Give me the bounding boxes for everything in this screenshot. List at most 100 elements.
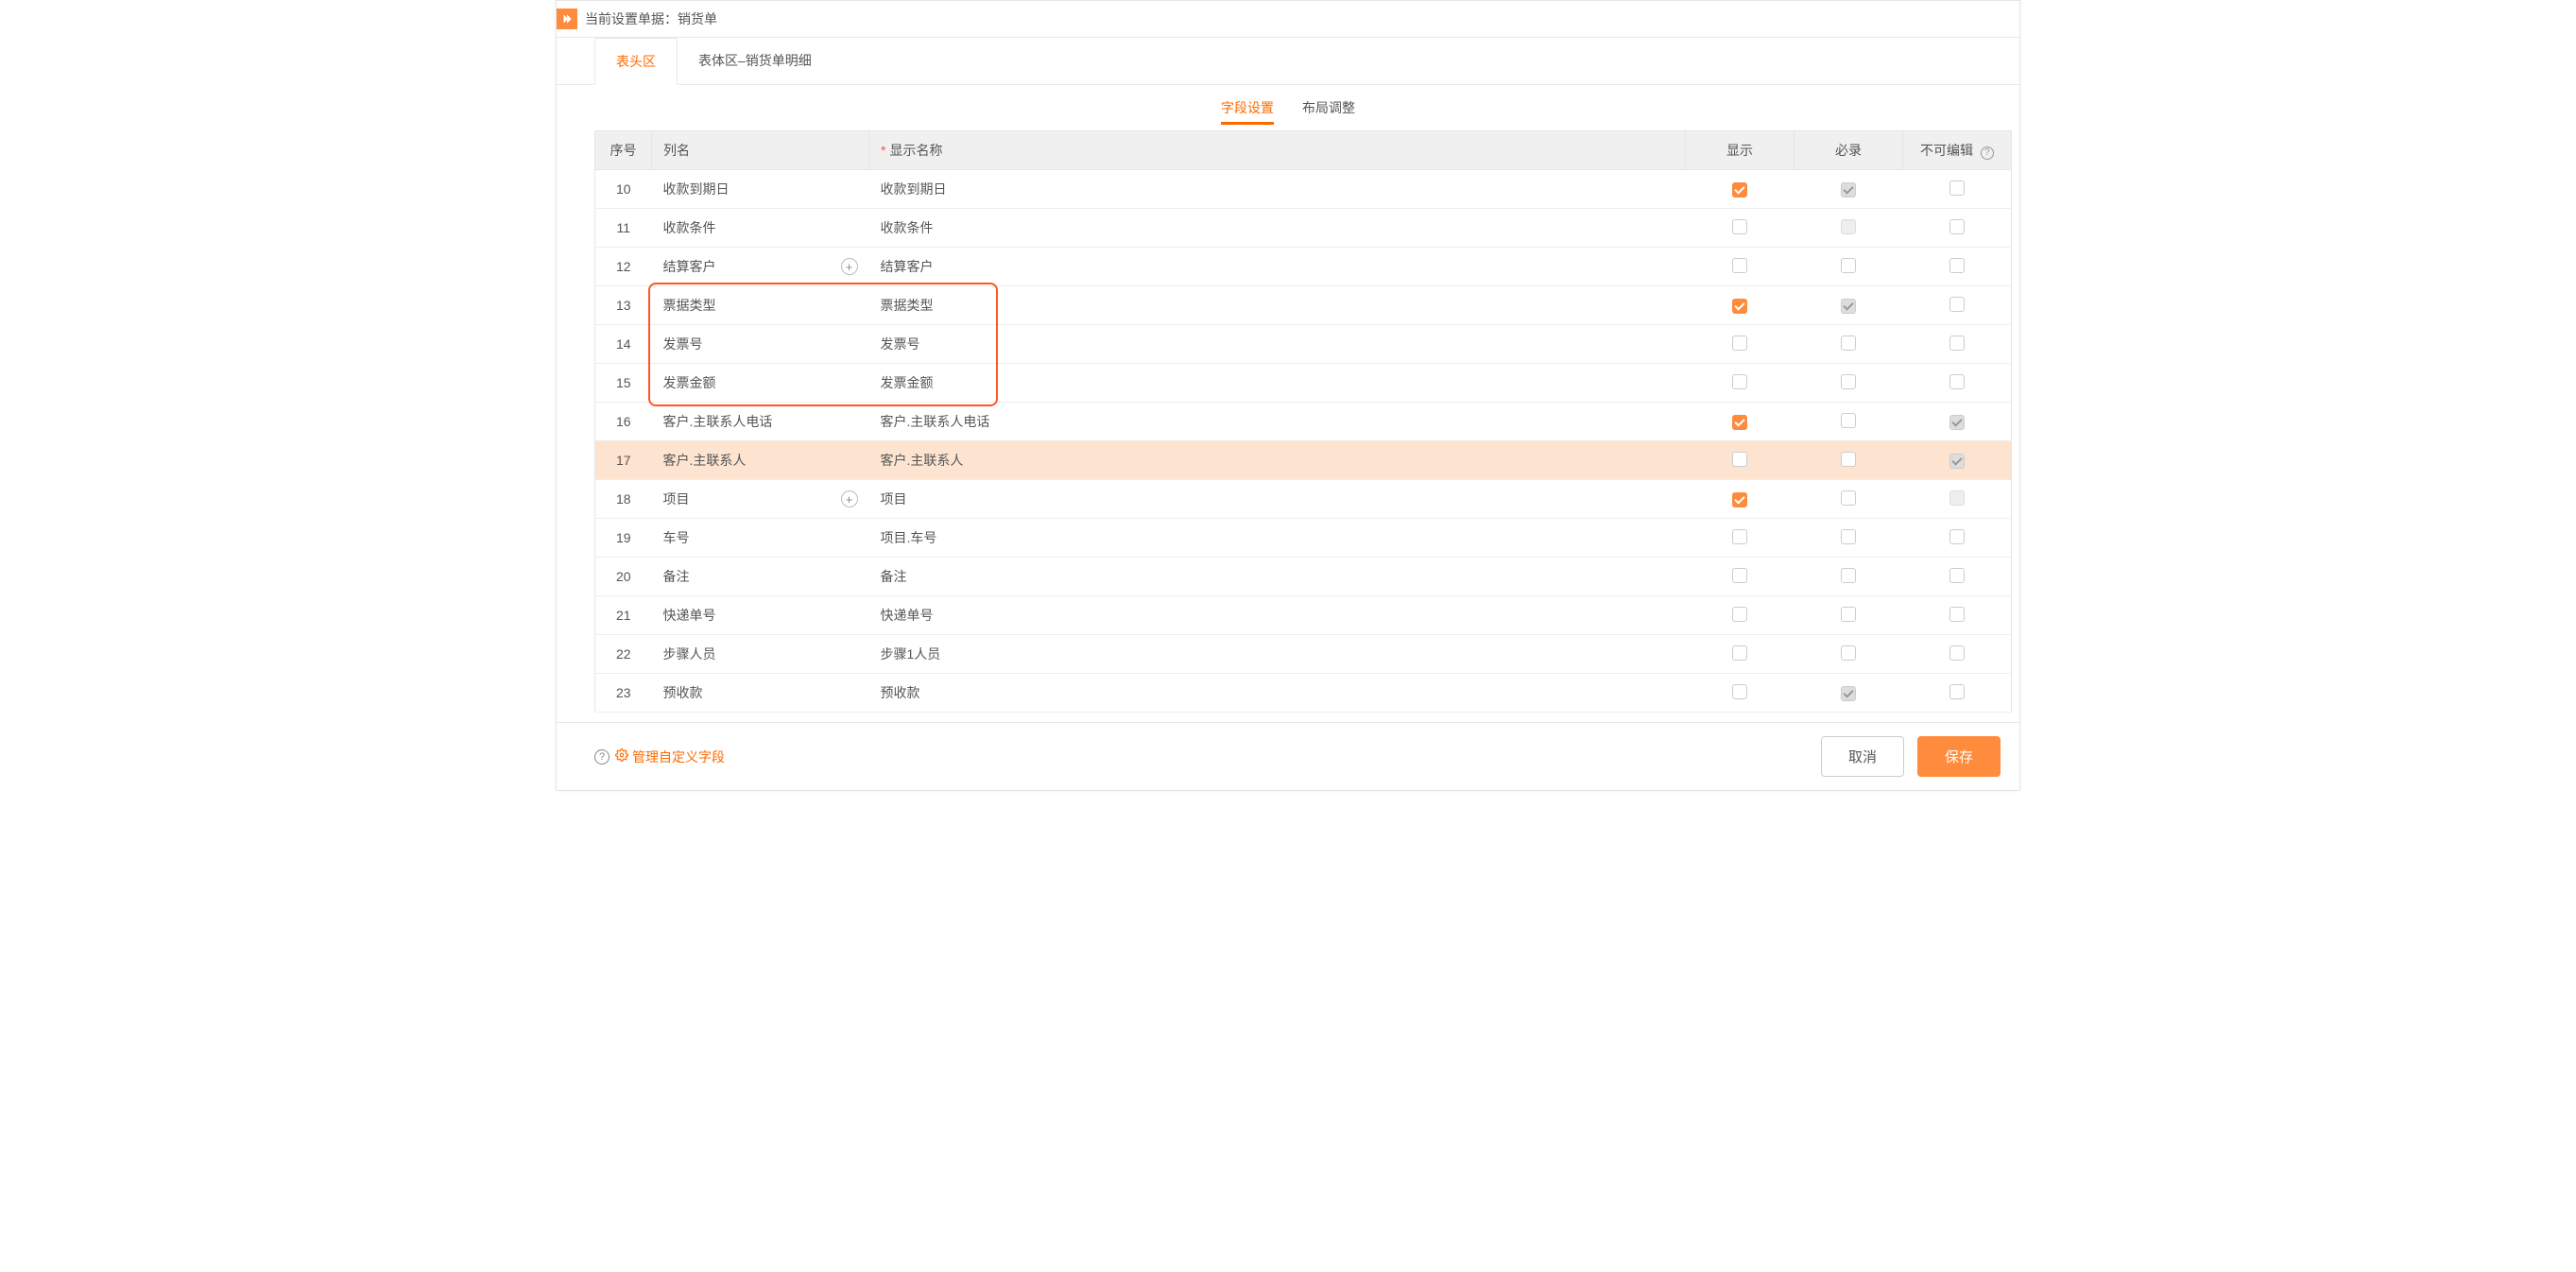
cell-readonly xyxy=(1903,364,2012,403)
checkbox-required[interactable] xyxy=(1841,335,1856,351)
cell-colname: 项目+ xyxy=(652,480,869,519)
cell-readonly xyxy=(1903,248,2012,286)
checkbox-required[interactable] xyxy=(1841,529,1856,544)
checkbox-readonly[interactable] xyxy=(1949,335,1965,351)
checkbox-show[interactable] xyxy=(1732,258,1747,273)
checkbox-show[interactable] xyxy=(1732,219,1747,234)
cell-readonly xyxy=(1903,558,2012,596)
table-row: 14发票号发票号 xyxy=(595,325,2012,364)
tab-1[interactable]: 表体区–销货单明细 xyxy=(678,38,833,84)
col-dispname-label: 显示名称 xyxy=(889,143,942,158)
checkbox-readonly[interactable] xyxy=(1949,297,1965,312)
add-subfield-button[interactable]: + xyxy=(841,258,858,275)
checkbox-readonly[interactable] xyxy=(1949,374,1965,389)
manage-link-label: 管理自定义字段 xyxy=(632,748,725,766)
subtab-1[interactable]: 布局调整 xyxy=(1302,98,1355,125)
checkbox-show[interactable] xyxy=(1732,607,1747,622)
cell-seq: 23 xyxy=(595,674,652,713)
checkbox-required[interactable] xyxy=(1841,607,1856,622)
cell-readonly xyxy=(1903,170,2012,209)
cell-seq: 21 xyxy=(595,596,652,635)
cell-show xyxy=(1686,480,1795,519)
cell-dispname[interactable]: 客户.主联系人 xyxy=(869,441,1686,480)
checkbox-show[interactable] xyxy=(1732,335,1747,351)
question-icon[interactable]: ? xyxy=(594,749,610,765)
expand-toggle[interactable] xyxy=(557,9,577,29)
checkbox-show[interactable] xyxy=(1732,299,1747,314)
cell-dispname[interactable]: 快递单号 xyxy=(869,596,1686,635)
cancel-button[interactable]: 取消 xyxy=(1821,736,1904,777)
col-show: 显示 xyxy=(1686,131,1795,170)
tab-0[interactable]: 表头区 xyxy=(594,38,678,85)
cell-dispname[interactable]: 发票金额 xyxy=(869,364,1686,403)
save-button[interactable]: 保存 xyxy=(1917,736,2001,777)
cell-show xyxy=(1686,674,1795,713)
cell-show xyxy=(1686,519,1795,558)
checkbox-required[interactable] xyxy=(1841,413,1856,428)
cell-dispname[interactable]: 结算客户 xyxy=(869,248,1686,286)
checkbox-required[interactable] xyxy=(1841,374,1856,389)
cell-dispname[interactable]: 发票号 xyxy=(869,325,1686,364)
cell-readonly xyxy=(1903,635,2012,674)
checkbox-show[interactable] xyxy=(1732,182,1747,198)
checkbox-show[interactable] xyxy=(1732,492,1747,507)
cell-seq: 15 xyxy=(595,364,652,403)
checkbox-readonly[interactable] xyxy=(1949,607,1965,622)
checkbox-show[interactable] xyxy=(1732,645,1747,661)
table-row: 21快递单号快递单号 xyxy=(595,596,2012,635)
cell-dispname[interactable]: 客户.主联系人电话 xyxy=(869,403,1686,441)
cell-dispname[interactable]: 步骤1人员 xyxy=(869,635,1686,674)
cell-dispname[interactable]: 收款条件 xyxy=(869,209,1686,248)
table-row: 11收款条件收款条件 xyxy=(595,209,2012,248)
checkbox-show[interactable] xyxy=(1732,452,1747,467)
add-subfield-button[interactable]: + xyxy=(841,490,858,507)
cell-required xyxy=(1795,209,1903,248)
checkbox-readonly xyxy=(1949,490,1965,506)
checkbox-readonly[interactable] xyxy=(1949,568,1965,583)
cell-colname: 预收款 xyxy=(652,674,869,713)
checkbox-show[interactable] xyxy=(1732,568,1747,583)
checkbox-readonly[interactable] xyxy=(1949,645,1965,661)
cell-required xyxy=(1795,635,1903,674)
checkbox-readonly[interactable] xyxy=(1949,258,1965,273)
checkbox-readonly[interactable] xyxy=(1949,219,1965,234)
cell-dispname[interactable]: 项目.车号 xyxy=(869,519,1686,558)
checkbox-required[interactable] xyxy=(1841,258,1856,273)
table-body: 10收款到期日收款到期日11收款条件收款条件12结算客户+结算客户13票据类型票… xyxy=(595,170,2012,713)
checkbox-readonly[interactable] xyxy=(1949,529,1965,544)
cell-dispname[interactable]: 票据类型 xyxy=(869,286,1686,325)
checkbox-show[interactable] xyxy=(1732,374,1747,389)
checkbox-required[interactable] xyxy=(1841,568,1856,583)
cell-dispname[interactable]: 项目 xyxy=(869,480,1686,519)
help-icon[interactable]: ? xyxy=(1981,146,1994,160)
checkbox-readonly[interactable] xyxy=(1949,684,1965,699)
subtab-0[interactable]: 字段设置 xyxy=(1221,98,1274,125)
cell-dispname[interactable]: 预收款 xyxy=(869,674,1686,713)
main-tabs: 表头区表体区–销货单明细 xyxy=(557,38,2019,85)
table-row: 12结算客户+结算客户 xyxy=(595,248,2012,286)
checkbox-show[interactable] xyxy=(1732,415,1747,430)
checkbox-required xyxy=(1841,299,1856,314)
required-star: * xyxy=(881,143,885,158)
table-row: 13票据类型票据类型 xyxy=(595,286,2012,325)
table-row: 23预收款预收款 xyxy=(595,674,2012,713)
cell-show xyxy=(1686,403,1795,441)
cell-readonly xyxy=(1903,325,2012,364)
cell-colname: 票据类型 xyxy=(652,286,869,325)
checkbox-required[interactable] xyxy=(1841,645,1856,661)
checkbox-show[interactable] xyxy=(1732,529,1747,544)
cell-required xyxy=(1795,596,1903,635)
checkbox-required[interactable] xyxy=(1841,490,1856,506)
cell-show xyxy=(1686,325,1795,364)
cell-dispname[interactable]: 备注 xyxy=(869,558,1686,596)
checkbox-required[interactable] xyxy=(1841,452,1856,467)
manage-custom-fields-link[interactable]: 管理自定义字段 xyxy=(615,748,725,766)
checkbox-show[interactable] xyxy=(1732,684,1747,699)
footer: ? 管理自定义字段 取消 保存 xyxy=(557,722,2019,790)
cell-seq: 17 xyxy=(595,441,652,480)
header-title: 当前设置单据：销货单 xyxy=(585,9,717,28)
cell-dispname[interactable]: 收款到期日 xyxy=(869,170,1686,209)
col-seq: 序号 xyxy=(595,131,652,170)
checkbox-readonly[interactable] xyxy=(1949,180,1965,196)
table-outer: 序号 列名 *显示名称 显示 必录 不可编辑 ? 10收款到期日收款到期日11收… xyxy=(594,130,2012,713)
